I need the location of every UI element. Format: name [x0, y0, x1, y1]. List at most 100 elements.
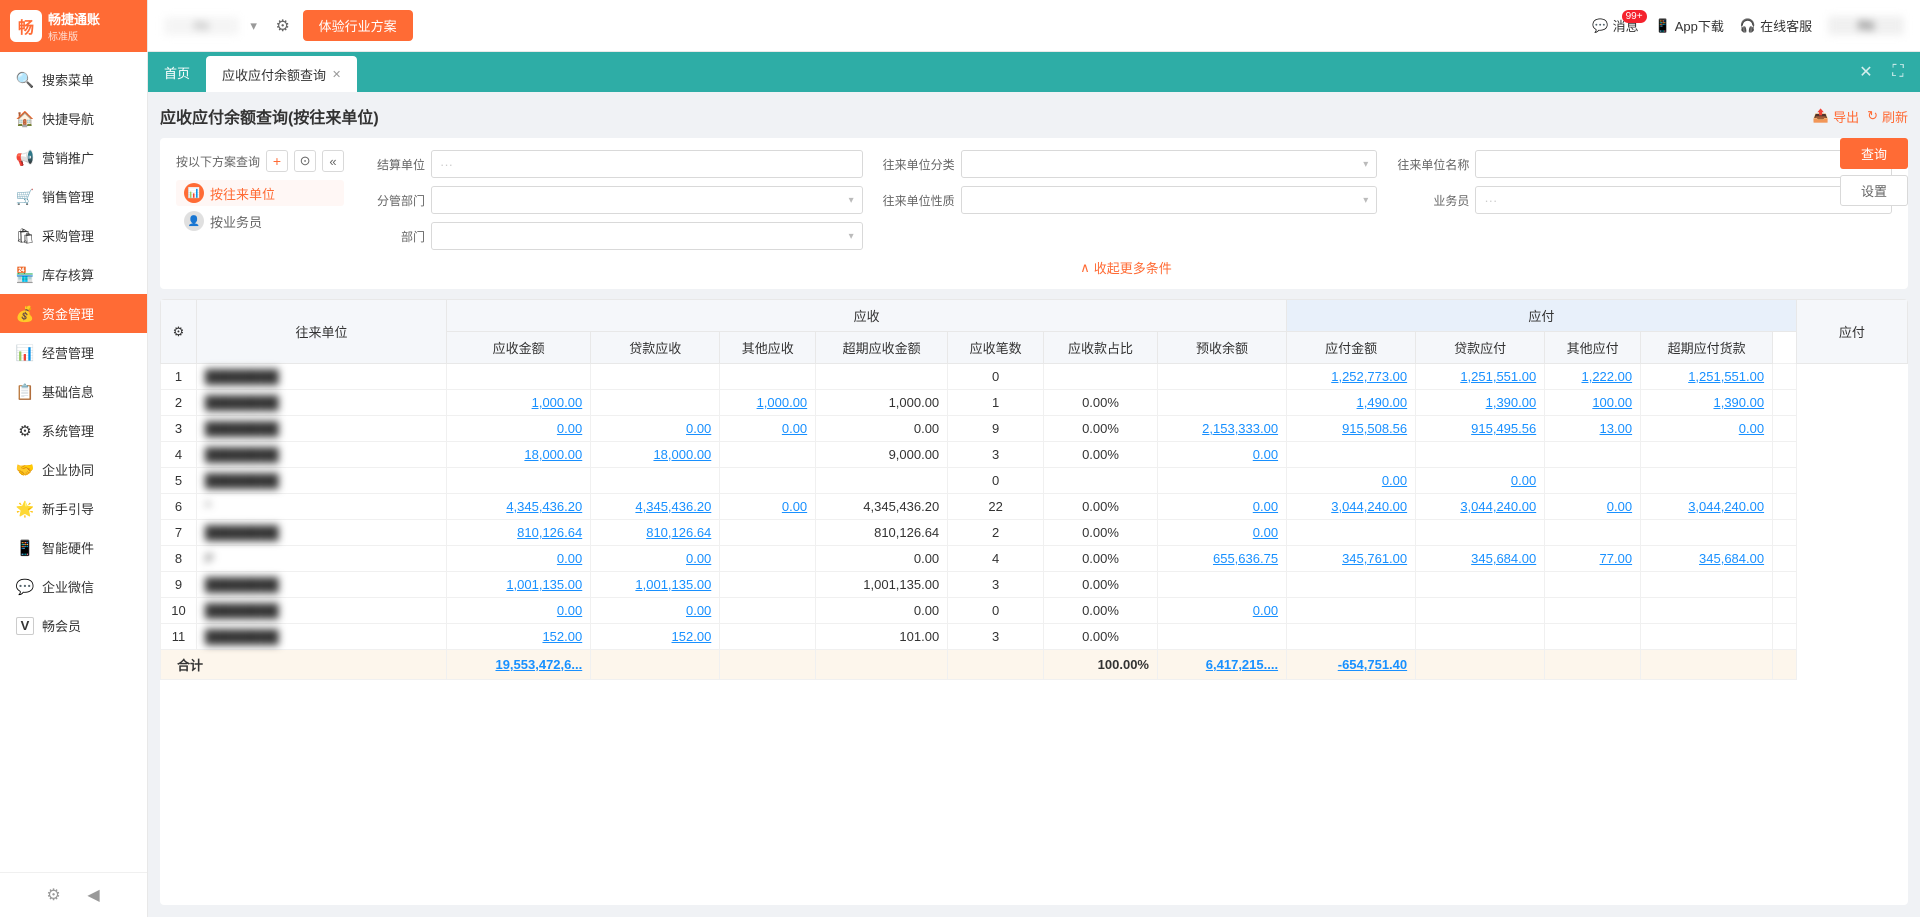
- service-btn[interactable]: 🎧 在线客服: [1740, 16, 1812, 35]
- set-btn[interactable]: 设置: [1840, 175, 1908, 206]
- sidebar-item-system[interactable]: ⚙ 系统管理: [0, 411, 147, 450]
- export-icon: 📤: [1813, 108, 1829, 124]
- sidebar-item-search[interactable]: 🔍 搜索菜单: [0, 60, 147, 99]
- action-buttons: 查询 设置: [1840, 138, 1908, 206]
- collapse-sidebar-btn[interactable]: ◀: [76, 881, 112, 909]
- table-row: 8P0.000.000.0040.00%655,636.75345,761.00…: [161, 546, 1908, 572]
- th-settings[interactable]: ⚙: [161, 300, 197, 364]
- sidebar-item-enterprise[interactable]: 🤝 企业协同: [0, 450, 147, 489]
- field-partner-category: 往来单位分类 ▾: [875, 150, 1378, 178]
- th-receivable-amount: 应收金额: [447, 332, 591, 364]
- tab-close-icon[interactable]: ✕: [332, 68, 341, 81]
- sidebar-logo: 畅 畅捷通账 标准版: [0, 0, 147, 52]
- department-label: 部门: [360, 228, 425, 245]
- partner-nature-select[interactable]: ▾: [961, 186, 1378, 214]
- prev-scheme-btn[interactable]: «: [322, 150, 344, 172]
- header-breadcrumb: Rit ▾ ⚙ 体验行业方案: [164, 10, 1582, 41]
- th-loan-payable: 贷款应付: [1416, 332, 1545, 364]
- dropdown-icon[interactable]: ▾: [245, 17, 263, 35]
- settings-bottom-btn[interactable]: ⚙: [36, 881, 72, 909]
- tab-close-btn[interactable]: ✕: [1852, 58, 1880, 86]
- sidebar-item-marketing[interactable]: 📢 营销推广: [0, 138, 147, 177]
- method-salesman-option[interactable]: 👤 按业务员: [176, 208, 344, 234]
- dept-arrow: ▾: [849, 195, 854, 206]
- member-icon: V: [16, 617, 34, 635]
- sidebar-item-sales[interactable]: 🛒 销售管理: [0, 177, 147, 216]
- th-payable-group: 应付: [1287, 300, 1797, 332]
- method-partner-option[interactable]: 📊 按往来单位: [176, 180, 344, 206]
- row-num: 4: [161, 442, 197, 468]
- table-scroll[interactable]: ⚙ 往来单位 应收 应付 应付 应收金额 贷款应收 其他应收 超期应收金额: [160, 299, 1908, 905]
- summary-receivable-amount[interactable]: 19,553,472,6...: [447, 650, 591, 680]
- app-label: App下载: [1675, 16, 1724, 35]
- sidebar-item-wechat[interactable]: 💬 企业微信: [0, 567, 147, 606]
- app-download-btn[interactable]: 📱 App下载: [1655, 16, 1724, 35]
- partner-cell: ████████: [197, 416, 447, 442]
- th-overdue-receivable: 超期应收金额: [816, 332, 948, 364]
- partner-name-label: 往来单位名称: [1389, 156, 1469, 173]
- data-table: ⚙ 往来单位 应收 应付 应付 应收金额 贷款应收 其他应收 超期应收金额: [160, 299, 1908, 680]
- msg-btn[interactable]: 💬 消息 99+: [1592, 16, 1638, 35]
- refresh-btn[interactable]: ↻ 刷新: [1867, 107, 1908, 126]
- solution-btn[interactable]: 体验行业方案: [303, 10, 413, 41]
- refresh-icon: ↻: [1867, 108, 1878, 124]
- page-header: 应收应付余额查询(按往来单位) 📤 导出 ↻ 刷新: [160, 104, 1908, 128]
- operation-icon: 📊: [16, 344, 34, 362]
- tab-home[interactable]: 首页: [148, 52, 206, 92]
- sidebar-item-fund[interactable]: 💰 资金管理: [0, 294, 147, 333]
- table-row: 2████████1,000.001,000.001,000.0010.00%1…: [161, 390, 1908, 416]
- user-menu-btn[interactable]: Rit: [1828, 16, 1904, 35]
- query-btn[interactable]: 查询: [1840, 138, 1908, 169]
- summary-prepaid-balance[interactable]: 6,417,215....: [1157, 650, 1286, 680]
- partner-category-select[interactable]: ▾: [961, 150, 1378, 178]
- sidebar-item-operation[interactable]: 📊 经营管理: [0, 333, 147, 372]
- sales-icon: 🛒: [16, 188, 34, 206]
- sidebar: 畅 畅捷通账 标准版 🔍 搜索菜单 🏠 快捷导航 📢 营销推广 🛒 销售管理 🛍…: [0, 0, 148, 917]
- table-row: 5████████00.000.00: [161, 468, 1908, 494]
- logo-text: 畅捷通账 标准版: [48, 9, 100, 43]
- partner-cell: ████████: [197, 364, 447, 390]
- summary-label: 合计: [161, 650, 447, 680]
- search-panel: 按以下方案查询 + ⊙ « 📊 按往来单位 👤 按业务员: [160, 138, 1908, 289]
- row-num: 3: [161, 416, 197, 442]
- sidebar-item-member[interactable]: V 畅会员: [0, 606, 147, 645]
- summary-payable-amount[interactable]: -654,751.40: [1287, 650, 1416, 680]
- tab-balance[interactable]: 应收应付余额查询 ✕: [206, 56, 357, 92]
- sidebar-item-basic[interactable]: 📋 基础信息: [0, 372, 147, 411]
- inventory-icon: 🏪: [16, 266, 34, 284]
- row-num: 8: [161, 546, 197, 572]
- settlement-input[interactable]: ···: [431, 150, 863, 178]
- export-label: 导出: [1833, 107, 1859, 126]
- partner-cell: ████████: [197, 442, 447, 468]
- summary-receivable-ratio: 100.00%: [1044, 650, 1158, 680]
- add-scheme-btn[interactable]: +: [266, 150, 288, 172]
- sidebar-item-inventory[interactable]: 🏪 库存核算: [0, 255, 147, 294]
- th-overdue-payable: 超期应付货款: [1641, 332, 1773, 364]
- gear-icon[interactable]: ⚙: [269, 12, 297, 40]
- collapse-label: 收起更多条件: [1094, 258, 1172, 277]
- dept-select[interactable]: ▾: [431, 186, 863, 214]
- sidebar-item-purchase[interactable]: 🛍 采购管理: [0, 216, 147, 255]
- summary-other-receivable: [720, 650, 816, 680]
- table-row: 9████████1,001,135.001,001,135.001,001,1…: [161, 572, 1908, 598]
- partner-cell: P: [197, 546, 447, 572]
- th-loan-receivable: 贷款应收: [591, 332, 720, 364]
- hardware-icon: 📱: [16, 539, 34, 557]
- sidebar-item-hardware[interactable]: 📱 智能硬件: [0, 528, 147, 567]
- collapse-icon: ∧: [1080, 260, 1090, 276]
- collapse-btn[interactable]: ∧ 收起更多条件: [360, 258, 1892, 277]
- settlement-dots: ···: [440, 157, 453, 172]
- summary-loan-payable: [1416, 650, 1545, 680]
- export-btn[interactable]: 📤 导出: [1813, 107, 1859, 126]
- partner-category-arrow: ▾: [1363, 159, 1368, 170]
- salesman-input[interactable]: ···: [1475, 186, 1892, 214]
- sidebar-item-guide[interactable]: 🌟 新手引导: [0, 489, 147, 528]
- department-select[interactable]: ▾: [431, 222, 863, 250]
- tab-maximize-btn[interactable]: ⛶: [1884, 58, 1912, 86]
- sidebar-item-quick[interactable]: 🏠 快捷导航: [0, 99, 147, 138]
- th-partner: 往来单位: [197, 300, 447, 364]
- partner-name-input[interactable]: [1475, 150, 1892, 178]
- home-tab-label: 首页: [164, 63, 190, 82]
- target-scheme-btn[interactable]: ⊙: [294, 150, 316, 172]
- summary-overdue-receivable: [816, 650, 948, 680]
